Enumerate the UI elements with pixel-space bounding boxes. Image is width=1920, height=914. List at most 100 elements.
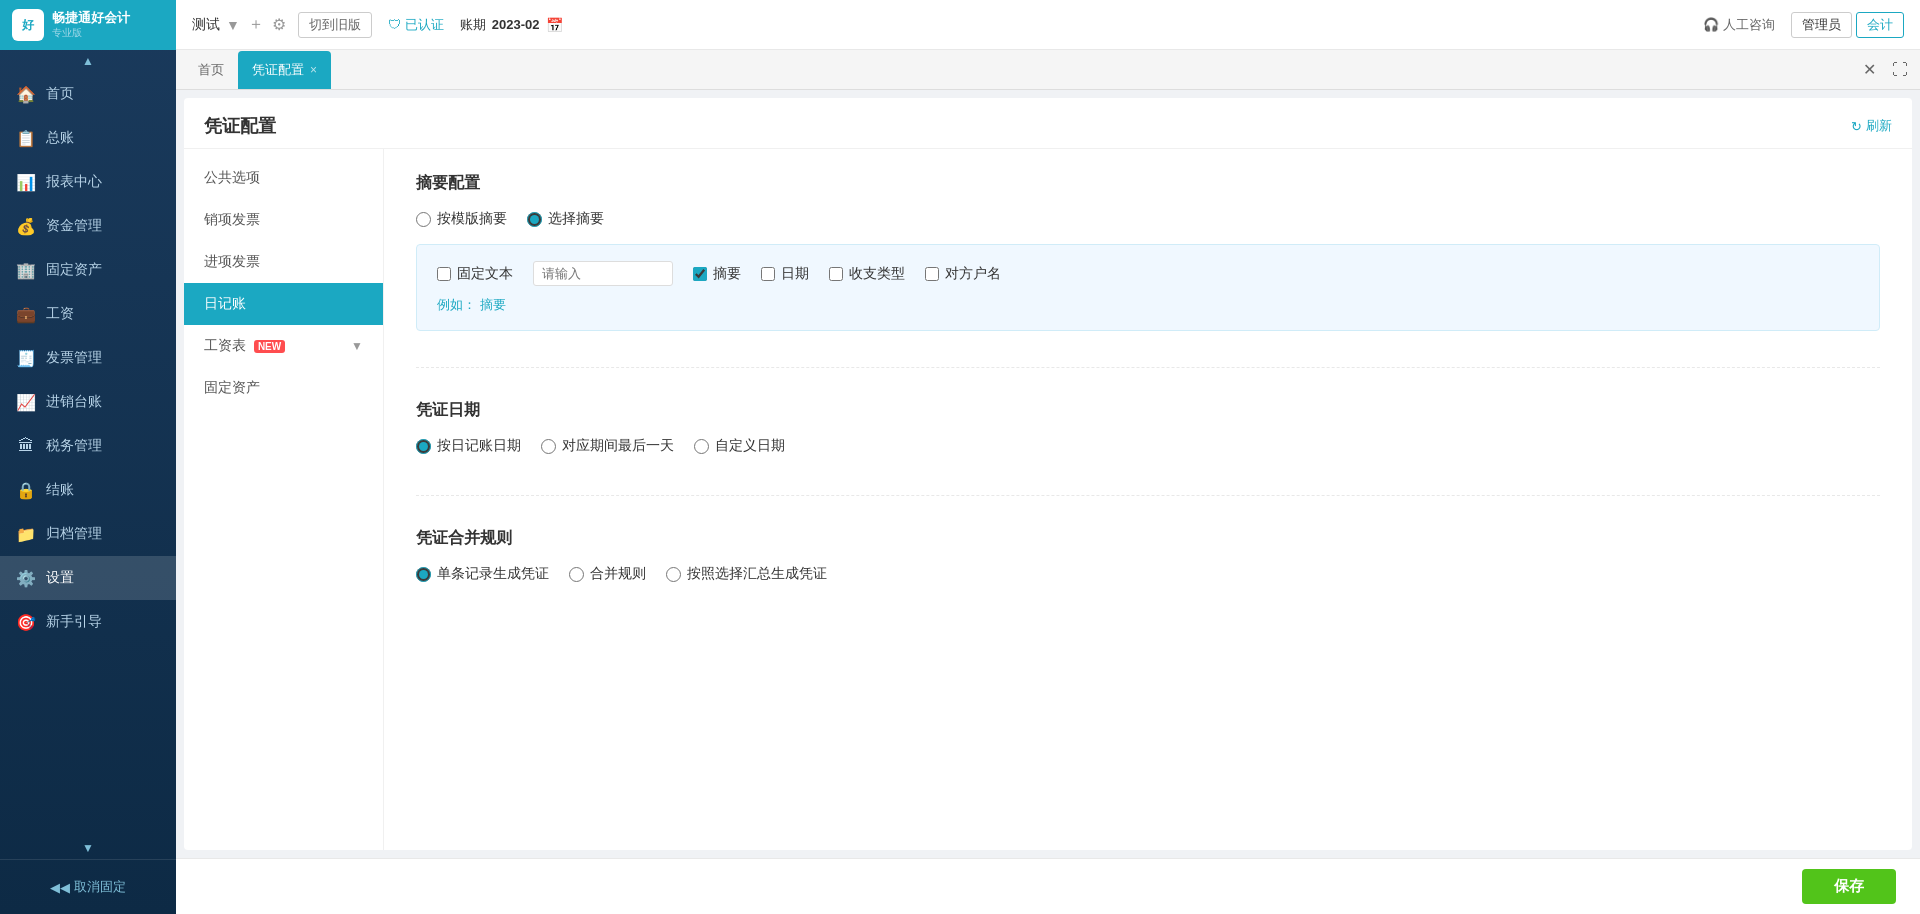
expand-button[interactable]: ⛶ <box>1888 57 1912 83</box>
cancel-fixed-button[interactable]: ◀◀ 取消固定 <box>0 870 176 904</box>
settings-icon: ⚙️ <box>16 568 36 588</box>
select-merge-radio[interactable] <box>666 567 681 582</box>
single-radio[interactable] <box>416 567 431 582</box>
report-icon: 📊 <box>16 172 36 192</box>
calendar-icon[interactable]: 📅 <box>546 17 563 33</box>
sidebar-item-newbie[interactable]: 🎯 新手引导 <box>0 600 176 644</box>
merge-radio-single[interactable]: 单条记录生成凭证 <box>416 565 549 583</box>
fixed-text-checkbox[interactable] <box>437 267 451 281</box>
checkbox-summary[interactable]: 摘要 <box>693 265 741 283</box>
consult-button[interactable]: 🎧 人工咨询 <box>1703 16 1775 34</box>
merge-radio-rule[interactable]: 合并规则 <box>569 565 646 583</box>
main-content: 凭证配置 ↻ 刷新 公共选项 销项发票 进项发票 日记账 <box>176 90 1920 914</box>
old-version-button[interactable]: 切到旧版 <box>298 12 372 38</box>
sidebar-bottom: ◀◀ 取消固定 <box>0 859 176 914</box>
journal-date-radio[interactable] <box>416 439 431 454</box>
shield-icon: 🛡 <box>388 17 401 32</box>
close-account-icon: 🔒 <box>16 480 36 500</box>
headset-icon: 🎧 <box>1703 17 1719 32</box>
type-checkbox[interactable] <box>829 267 843 281</box>
close-tab-button[interactable]: ✕ <box>1859 56 1880 83</box>
sidebar-item-close[interactable]: 🔒 结账 <box>0 468 176 512</box>
sidebar-item-home[interactable]: 🏠 首页 <box>0 72 176 116</box>
left-arrow-icon: ◀◀ <box>50 880 70 895</box>
tax-icon: 🏛 <box>16 436 36 456</box>
save-button[interactable]: 保存 <box>1802 869 1896 904</box>
period-value: 2023-02 <box>492 17 540 32</box>
summary-radio-select[interactable]: 选择摘要 <box>527 210 604 228</box>
topbar: 测试 ▼ ＋ ⚙ 切到旧版 🛡 已认证 账期 2023-02 📅 🎧 人工咨询 … <box>176 0 1920 50</box>
date-radio-custom[interactable]: 自定义日期 <box>694 437 785 455</box>
checkbox-counterpart[interactable]: 对方户名 <box>925 265 1001 283</box>
company-dropdown-icon[interactable]: ▼ <box>226 17 240 33</box>
sidebar-item-report[interactable]: 📊 报表中心 <box>0 160 176 204</box>
left-nav-sales-invoice[interactable]: 销项发票 <box>184 199 383 241</box>
sidebar-item-ledger[interactable]: 📋 总账 <box>0 116 176 160</box>
archive-icon: 📁 <box>16 524 36 544</box>
page-header: 凭证配置 ↻ 刷新 <box>184 98 1912 149</box>
date-radio-journal[interactable]: 按日记账日期 <box>416 437 521 455</box>
left-nav-public[interactable]: 公共选项 <box>184 157 383 199</box>
content-body: 公共选项 销项发票 进项发票 日记账 工资表 NEW <box>184 149 1912 850</box>
checkbox-date[interactable]: 日期 <box>761 265 809 283</box>
sidebar-item-settings[interactable]: ⚙️ 设置 <box>0 556 176 600</box>
summary-section-title: 摘要配置 <box>416 173 1880 194</box>
chevron-down-icon: ▼ <box>351 339 363 353</box>
merge-rule-radio[interactable] <box>569 567 584 582</box>
left-nav-journal[interactable]: 日记账 <box>184 283 383 325</box>
refresh-button[interactable]: ↻ 刷新 <box>1851 117 1892 135</box>
app-logo-icon: 好 <box>12 9 44 41</box>
config-area: 摘要配置 按模版摘要 选择摘要 <box>384 149 1912 850</box>
left-nav-purchase-invoice[interactable]: 进项发票 <box>184 241 383 283</box>
sidebar-scroll-down[interactable]: ▼ <box>0 837 176 859</box>
date-checkbox[interactable] <box>761 267 775 281</box>
sidebar-item-salary[interactable]: 💼 工资 <box>0 292 176 336</box>
tab-home[interactable]: 首页 <box>184 51 238 89</box>
page-title: 凭证配置 <box>204 114 276 138</box>
company-settings-icon[interactable]: ⚙ <box>272 15 286 34</box>
tab-voucher-config[interactable]: 凭证配置 × <box>238 51 331 89</box>
date-radio-period-last[interactable]: 对应期间最后一天 <box>541 437 674 455</box>
sidebar-item-capital[interactable]: 💰 资金管理 <box>0 204 176 248</box>
custom-date-radio[interactable] <box>694 439 709 454</box>
newbie-icon: 🎯 <box>16 612 36 632</box>
sidebar-item-invoice[interactable]: 🧾 发票管理 <box>0 336 176 380</box>
sidebar-item-asset[interactable]: 🏢 固定资产 <box>0 248 176 292</box>
date-section: 凭证日期 按日记账日期 对应期间最后一天 自定义日期 <box>416 400 1880 496</box>
invoice-icon: 🧾 <box>16 348 36 368</box>
tab-close-icon[interactable]: × <box>310 63 317 77</box>
checkbox-fixed-text[interactable]: 固定文本 <box>437 265 513 283</box>
tab-actions: ✕ ⛶ <box>1859 56 1912 83</box>
add-company-button[interactable]: ＋ <box>248 14 264 35</box>
sidebar-item-archive[interactable]: 📁 归档管理 <box>0 512 176 556</box>
sales-icon: 📈 <box>16 392 36 412</box>
capital-icon: 💰 <box>16 216 36 236</box>
left-nav: 公共选项 销项发票 进项发票 日记账 工资表 NEW <box>184 149 384 850</box>
left-nav-fixed-assets[interactable]: 固定资产 <box>184 367 383 409</box>
counterpart-checkbox[interactable] <box>925 267 939 281</box>
merge-section: 凭证合并规则 单条记录生成凭证 合并规则 按照选择汇总生成凭证 <box>416 528 1880 623</box>
sidebar-item-sales[interactable]: 📈 进销台账 <box>0 380 176 424</box>
sidebar-nav: 🏠 首页 📋 总账 📊 报表中心 💰 资金管理 🏢 固定资产 💼 工资 🧾 发票… <box>0 72 176 837</box>
sidebar-item-tax[interactable]: 🏛 税务管理 <box>0 424 176 468</box>
merge-radio-select[interactable]: 按照选择汇总生成凭证 <box>666 565 827 583</box>
summary-radio-template[interactable]: 按模版摘要 <box>416 210 507 228</box>
summary-checkbox[interactable] <box>693 267 707 281</box>
sidebar-logo: 好 畅捷通好会计 专业版 <box>0 0 176 50</box>
admin-button[interactable]: 管理员 <box>1791 12 1852 38</box>
period-last-radio[interactable] <box>541 439 556 454</box>
merge-radio-group: 单条记录生成凭证 合并规则 按照选择汇总生成凭证 <box>416 565 1880 583</box>
checkbox-type[interactable]: 收支类型 <box>829 265 905 283</box>
select-radio-input[interactable] <box>527 212 542 227</box>
left-nav-payroll[interactable]: 工资表 NEW ▼ <box>184 325 383 367</box>
role-button[interactable]: 会计 <box>1856 12 1904 38</box>
summary-options-box: 固定文本 摘要 日期 <box>416 244 1880 331</box>
new-badge: NEW <box>254 340 285 353</box>
template-radio-input[interactable] <box>416 212 431 227</box>
tabbar: 首页 凭证配置 × ✕ ⛶ <box>176 50 1920 90</box>
sidebar-scroll-up[interactable]: ▲ <box>0 50 176 72</box>
date-section-title: 凭证日期 <box>416 400 1880 421</box>
period-label: 账期 <box>460 16 486 34</box>
fixed-text-input[interactable] <box>533 261 673 286</box>
refresh-icon: ↻ <box>1851 119 1862 134</box>
